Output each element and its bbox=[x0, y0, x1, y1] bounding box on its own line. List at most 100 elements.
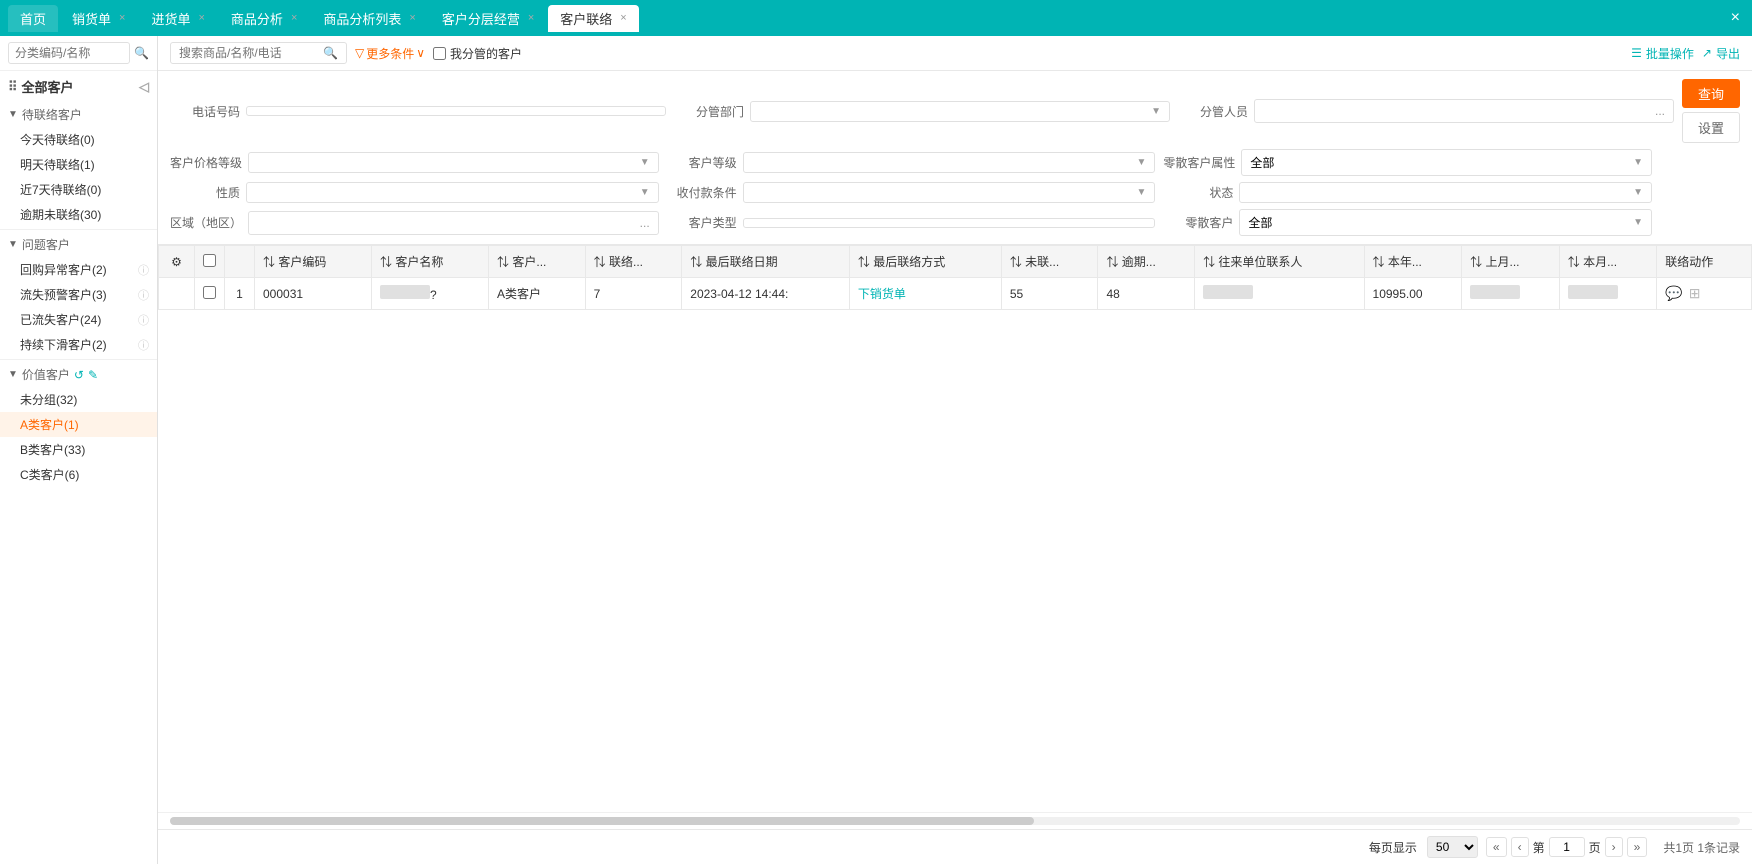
close-tab-purchase[interactable]: × bbox=[198, 12, 204, 24]
last-method-link[interactable]: 下销货单 bbox=[858, 287, 906, 301]
filter-search-icon[interactable]: 🔍 bbox=[323, 46, 338, 60]
col-overdue[interactable]: ⇅ 逾期... bbox=[1098, 246, 1195, 278]
phone-input[interactable] bbox=[246, 106, 666, 116]
select-all-checkbox[interactable] bbox=[203, 254, 216, 267]
sidebar-item-declining[interactable]: 持续下滑客户(2) ⓘ bbox=[0, 332, 157, 357]
status-select[interactable]: ▼ bbox=[1239, 182, 1652, 203]
nature-select[interactable]: ▼ bbox=[246, 182, 659, 203]
query-button[interactable]: 查询 bbox=[1682, 79, 1740, 108]
close-tab-customer-segment[interactable]: × bbox=[528, 12, 534, 24]
sidebar-item-repurchase-abnormal[interactable]: 回购异常客户(2) ⓘ bbox=[0, 257, 157, 282]
filter-icon: ▽ bbox=[355, 46, 364, 60]
filter-more-button[interactable]: ▽ 更多条件 ∨ bbox=[355, 45, 425, 62]
group-problem-label: 问题客户 bbox=[22, 236, 70, 253]
sidebar-group-value-title[interactable]: ▼ 价值客户 ↺ ✎ bbox=[0, 362, 157, 387]
sidebar-group-problem-title[interactable]: ▼ 问题客户 bbox=[0, 232, 157, 257]
col-last-method[interactable]: ⇅ 最后联络方式 bbox=[849, 246, 1001, 278]
filter-search-input[interactable] bbox=[179, 46, 319, 60]
next-page-button[interactable]: › bbox=[1605, 837, 1623, 857]
customer-table: ⚙ ⇅ 客户编码 ⇅ 客户名称 bbox=[158, 245, 1752, 310]
sidebar-item-tomorrow[interactable]: 明天待联络(1) bbox=[0, 152, 157, 177]
col-name[interactable]: ⇅ 客户名称 bbox=[372, 246, 489, 278]
sidebar-item-class-a[interactable]: A类客户(1) bbox=[0, 412, 157, 437]
sidebar-collapse-icon[interactable]: ◁ bbox=[139, 79, 149, 95]
col-code[interactable]: ⇅ 客户编码 bbox=[255, 246, 372, 278]
sidebar-item-7days[interactable]: 近7天待联络(0) bbox=[0, 177, 157, 202]
refresh-icon[interactable]: ↺ bbox=[74, 368, 84, 382]
price-level-select[interactable]: ▼ bbox=[248, 152, 659, 173]
sidebar-search-input[interactable] bbox=[8, 42, 130, 64]
last-page-button[interactable]: » bbox=[1627, 837, 1648, 857]
tab-customer-segment[interactable]: 客户分层经营 × bbox=[430, 5, 546, 32]
tab-goods-analysis[interactable]: 商品分析 × bbox=[219, 5, 309, 32]
td-checkbox[interactable] bbox=[195, 278, 225, 310]
col-this-year[interactable]: ⇅ 本年... bbox=[1364, 246, 1462, 278]
page-input[interactable] bbox=[1549, 837, 1585, 857]
filter-cell-phone: 电话号码 bbox=[170, 103, 666, 120]
sidebar-section-title: 全部客户 bbox=[22, 77, 74, 96]
info-icon-3: ⓘ bbox=[138, 312, 149, 328]
col-type[interactable]: ⇅ 客户... bbox=[489, 246, 586, 278]
region-input[interactable]: ... bbox=[248, 211, 659, 235]
sidebar-item-class-b[interactable]: B类客户(33) bbox=[0, 437, 157, 462]
setting-button[interactable]: 设置 bbox=[1682, 112, 1740, 143]
edit-icon[interactable]: ✎ bbox=[88, 368, 98, 382]
settings-icon[interactable]: ⚙ bbox=[171, 255, 182, 269]
payment-select[interactable]: ▼ bbox=[743, 182, 1156, 203]
close-tab-goods-analysis-list[interactable]: × bbox=[409, 12, 415, 24]
message-icon[interactable]: 💬 bbox=[1665, 285, 1682, 302]
dept-arrow: ▼ bbox=[1151, 106, 1161, 117]
export-button[interactable]: ↗ 导出 bbox=[1702, 45, 1740, 62]
first-page-button[interactable]: « bbox=[1486, 837, 1507, 857]
export-icon: ↗ bbox=[1702, 46, 1712, 60]
scatter-cust-select[interactable]: 全部 ▼ bbox=[1239, 209, 1652, 236]
tab-customer-contact[interactable]: 客户联络 × bbox=[548, 5, 638, 32]
scatter-attr-select[interactable]: 全部 ▼ bbox=[1241, 149, 1652, 176]
filter-cell-price-level: 客户价格等级 ▼ bbox=[170, 152, 659, 173]
my-customers-checkbox-label[interactable]: 我分管的客户 bbox=[433, 45, 522, 62]
col-settings[interactable]: ⚙ bbox=[159, 246, 195, 278]
close-tab-customer-contact[interactable]: × bbox=[620, 12, 626, 24]
row-checkbox[interactable] bbox=[203, 286, 216, 299]
sidebar-item-churned[interactable]: 已流失客户(24) ⓘ bbox=[0, 307, 157, 332]
close-app-button[interactable]: × bbox=[1727, 5, 1744, 31]
tab-purchase[interactable]: 进货单 × bbox=[139, 5, 216, 32]
col-no-contact[interactable]: ⇅ 未联... bbox=[1001, 246, 1098, 278]
col-checkbox[interactable] bbox=[195, 246, 225, 278]
dept-select[interactable]: ▼ bbox=[750, 101, 1170, 122]
more-arrow: ∨ bbox=[416, 46, 425, 60]
col-contact[interactable]: ⇅ 联络... bbox=[585, 246, 682, 278]
batch-operation-button[interactable]: ☰ 批量操作 bbox=[1631, 45, 1694, 62]
col-unit-contact[interactable]: ⇅ 往来单位联系人 bbox=[1195, 246, 1364, 278]
scroll-track[interactable] bbox=[170, 817, 1740, 825]
link-icon[interactable]: ⊞ bbox=[1689, 285, 1701, 302]
sidebar-item-today[interactable]: 今天待联络(0) bbox=[0, 127, 157, 152]
my-customers-checkbox[interactable] bbox=[433, 47, 446, 60]
tab-goods-analysis-list[interactable]: 商品分析列表 × bbox=[311, 5, 427, 32]
sidebar-item-overdue[interactable]: 逾期未联络(30) bbox=[0, 202, 157, 227]
sidebar-search-icon[interactable]: 🔍 bbox=[134, 46, 149, 60]
tab-home[interactable]: 首页 bbox=[8, 5, 58, 32]
sidebar-item-churn-warning[interactable]: 流失预警客户(3) ⓘ bbox=[0, 282, 157, 307]
sidebar-item-class-c[interactable]: C类客户(6) bbox=[0, 462, 157, 487]
scroll-thumb[interactable] bbox=[170, 817, 1034, 825]
page-size-select[interactable]: 50 20 100 bbox=[1427, 836, 1478, 858]
person-input[interactable]: ... bbox=[1254, 99, 1674, 123]
col-this-month[interactable]: ⇅ 本月... bbox=[1559, 246, 1657, 278]
customer-table-area: ⚙ ⇅ 客户编码 ⇅ 客户名称 bbox=[158, 245, 1752, 812]
td-settings bbox=[159, 278, 195, 310]
cust-type-input[interactable] bbox=[743, 218, 1156, 228]
close-tab-sales[interactable]: × bbox=[119, 12, 125, 24]
cust-level-select[interactable]: ▼ bbox=[743, 152, 1156, 173]
close-tab-goods-analysis[interactable]: × bbox=[291, 12, 297, 24]
col-last-month[interactable]: ⇅ 上月... bbox=[1462, 246, 1560, 278]
page-of-label: 页 bbox=[1589, 839, 1601, 856]
col-overdue-sort: ⇅ bbox=[1106, 255, 1118, 269]
cust-level-arrow: ▼ bbox=[1136, 157, 1146, 168]
col-last-date[interactable]: ⇅ 最后联络日期 bbox=[682, 246, 850, 278]
tab-sales[interactable]: 销货单 × bbox=[60, 5, 137, 32]
sidebar-group-pending-title[interactable]: ▼ 待联络客户 bbox=[0, 102, 157, 127]
arrow-icon-3: ▼ bbox=[8, 369, 18, 380]
prev-page-button[interactable]: ‹ bbox=[1511, 837, 1529, 857]
sidebar-item-unclassified[interactable]: 未分组(32) bbox=[0, 387, 157, 412]
